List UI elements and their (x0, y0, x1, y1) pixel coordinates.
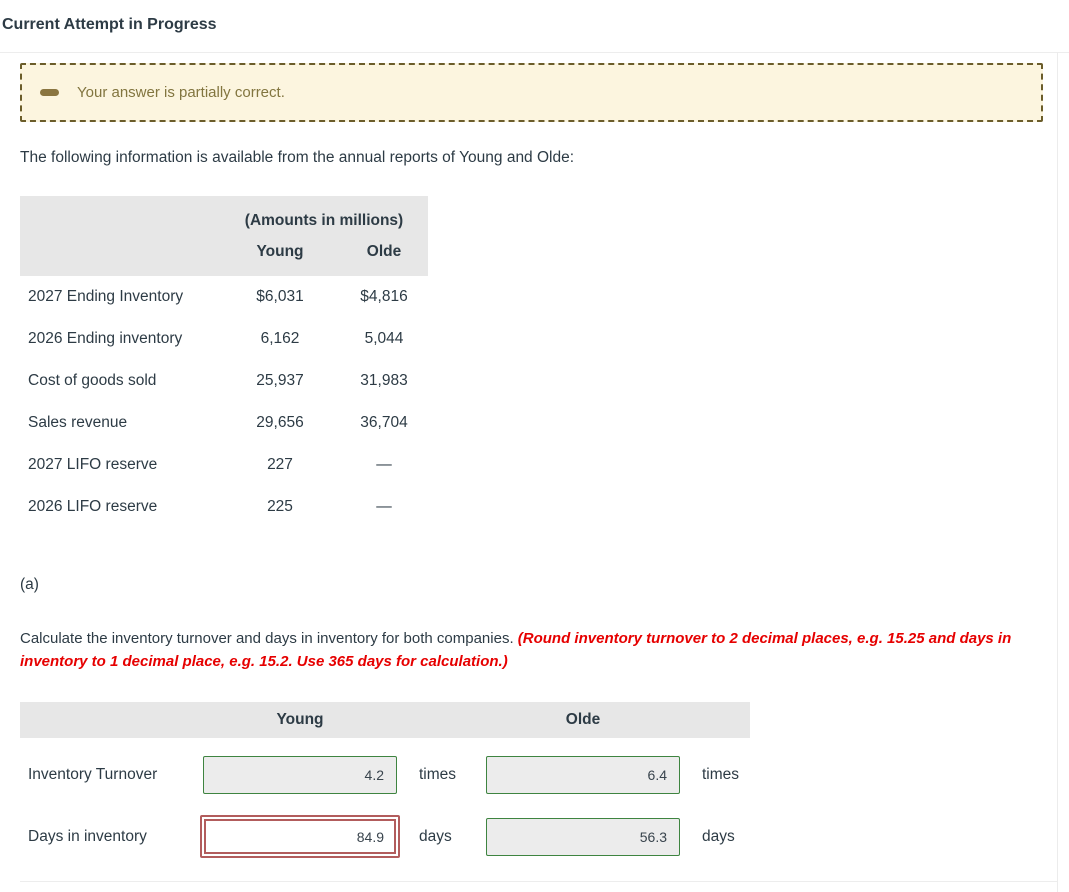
partially-correct-banner: Your answer is partially correct. (20, 63, 1043, 122)
young-value: 225 (267, 498, 293, 515)
inventory-turnover-young-input (203, 755, 397, 794)
answer-header-olde: Olde (565, 711, 601, 728)
young-value: 6,162 (260, 330, 300, 347)
table-row: 2026 Ending inventory 6,162 5,044 (20, 318, 428, 360)
answer-table: Young Olde Inventory Turnover times time… (20, 702, 750, 877)
olde-value: 5,044 (364, 330, 404, 347)
row-label: 2026 LIFO reserve (28, 498, 158, 515)
young-value: 29,656 (256, 414, 304, 431)
table-row: Sales revenue 29,656 36,704 (20, 402, 428, 444)
info-table-empty-header (20, 236, 220, 276)
question-instruction: Calculate the inventory turnover and day… (20, 627, 1038, 673)
bottom-divider (20, 881, 1057, 882)
days-in-inventory-olde-input (486, 817, 680, 856)
answer-row-days-in-inventory: Days in inventory days days (20, 815, 750, 858)
row-label: 2027 Ending Inventory (28, 288, 184, 305)
part-a-label: (a) (20, 576, 39, 593)
info-table-header-young: Young (220, 236, 340, 276)
young-value: 25,937 (256, 372, 304, 389)
olde-value: 36,704 (360, 414, 408, 431)
olde-value: $4,816 (360, 288, 408, 305)
unit-label: times (419, 765, 457, 783)
young-value: $6,031 (256, 288, 304, 305)
unit-label: times (702, 765, 740, 783)
unit-label: days (702, 827, 735, 845)
table-row: 2026 LIFO reserve 225 — (20, 486, 428, 528)
instruction-text: Calculate the inventory turnover and day… (20, 630, 514, 647)
page-title: Current Attempt in Progress (2, 16, 217, 33)
content-right-border (1057, 52, 1058, 892)
olde-value: — (376, 456, 392, 473)
info-table-caption: (Amounts in millions) (220, 196, 428, 236)
row-label: Sales revenue (28, 414, 128, 431)
answer-row-inventory-turnover: Inventory Turnover times times (20, 753, 750, 796)
unit-label: days (419, 827, 452, 845)
info-table-corner-cell (20, 196, 220, 236)
olde-value: 31,983 (360, 372, 408, 389)
company-info-table: (Amounts in millions) Young Olde 2027 En… (20, 196, 428, 528)
days-in-inventory-young-input[interactable] (200, 815, 400, 858)
banner-message: Your answer is partially correct. (77, 84, 285, 101)
row-label: 2027 LIFO reserve (28, 456, 158, 473)
table-row: 2027 Ending Inventory $6,031 $4,816 (20, 276, 428, 318)
header-divider (0, 52, 1069, 53)
answer-row-label: Inventory Turnover (28, 765, 158, 783)
answer-row-label: Days in inventory (28, 827, 147, 845)
table-row: Cost of goods sold 25,937 31,983 (20, 360, 428, 402)
row-label: Cost of goods sold (28, 372, 157, 389)
info-table-header-olde: Olde (340, 236, 428, 276)
answer-table-header: Young Olde (20, 702, 750, 738)
olde-value: — (376, 498, 392, 515)
table-row: 2027 LIFO reserve 227 — (20, 444, 428, 486)
partially-correct-dash-icon (40, 89, 59, 96)
inventory-turnover-olde-input (486, 755, 680, 794)
answer-header-young: Young (276, 711, 324, 728)
intro-text: The following information is available f… (20, 149, 575, 166)
young-value: 227 (267, 456, 293, 473)
row-label: 2026 Ending inventory (28, 330, 183, 347)
